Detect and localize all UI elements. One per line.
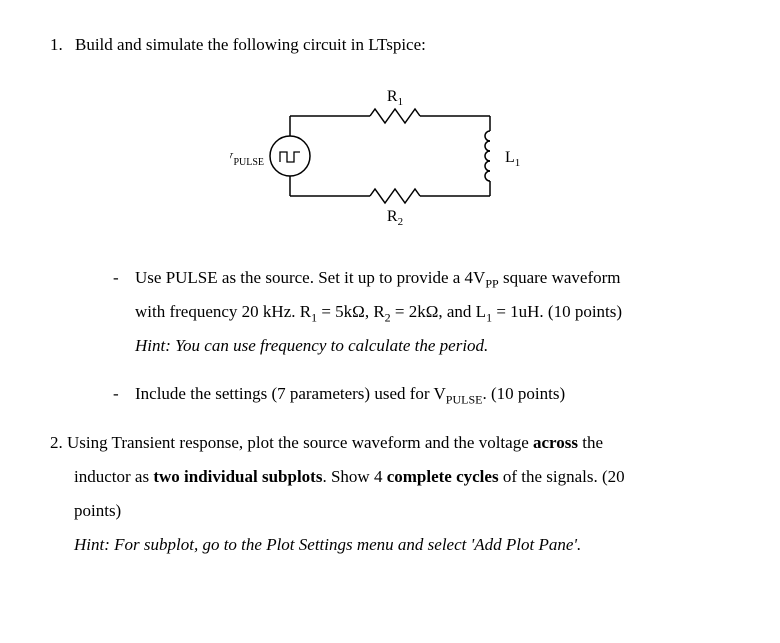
q2-line2: inductor as two individual subplots. Sho… — [50, 460, 700, 494]
bullet1-line2: with frequency 20 kHz. R1 = 5kΩ, R2 = 2k… — [135, 302, 622, 321]
circuit-svg: R1 R2 L1 VPULSE — [230, 76, 550, 236]
bullet-1: - Use PULSE as the source. Set it up to … — [135, 261, 700, 364]
bullet-dash: - — [113, 261, 119, 295]
q2-line3: points) — [50, 494, 700, 528]
bullet-2: - Include the settings (7 parameters) us… — [135, 377, 700, 411]
question-1-intro: 1. Build and simulate the following circ… — [50, 30, 730, 61]
q1-number: 1. — [50, 35, 63, 54]
q2-hint: Hint: For subplot, go to the Plot Settin… — [50, 528, 700, 562]
circuit-diagram: R1 R2 L1 VPULSE — [50, 76, 730, 236]
l1-label: L1 — [505, 149, 520, 169]
bullet-dash: - — [113, 377, 119, 411]
q1-text: Build and simulate the following circuit… — [75, 35, 426, 54]
r1-label: R1 — [387, 88, 403, 108]
q1-bullets: - Use PULSE as the source. Set it up to … — [50, 261, 730, 412]
q2-number: 2. — [50, 433, 63, 452]
bullet1-line1: Use PULSE as the source. Set it up to pr… — [135, 268, 620, 287]
bullet2-text: Include the settings (7 parameters) used… — [135, 384, 565, 403]
r2-label: R2 — [387, 208, 403, 228]
question-2: 2. Using Transient response, plot the so… — [50, 426, 730, 562]
vpulse-label: VPULSE — [230, 151, 264, 168]
q2-line1: Using Transient response, plot the sourc… — [67, 433, 603, 452]
bullet1-hint: Hint: You can use frequency to calculate… — [135, 336, 488, 355]
